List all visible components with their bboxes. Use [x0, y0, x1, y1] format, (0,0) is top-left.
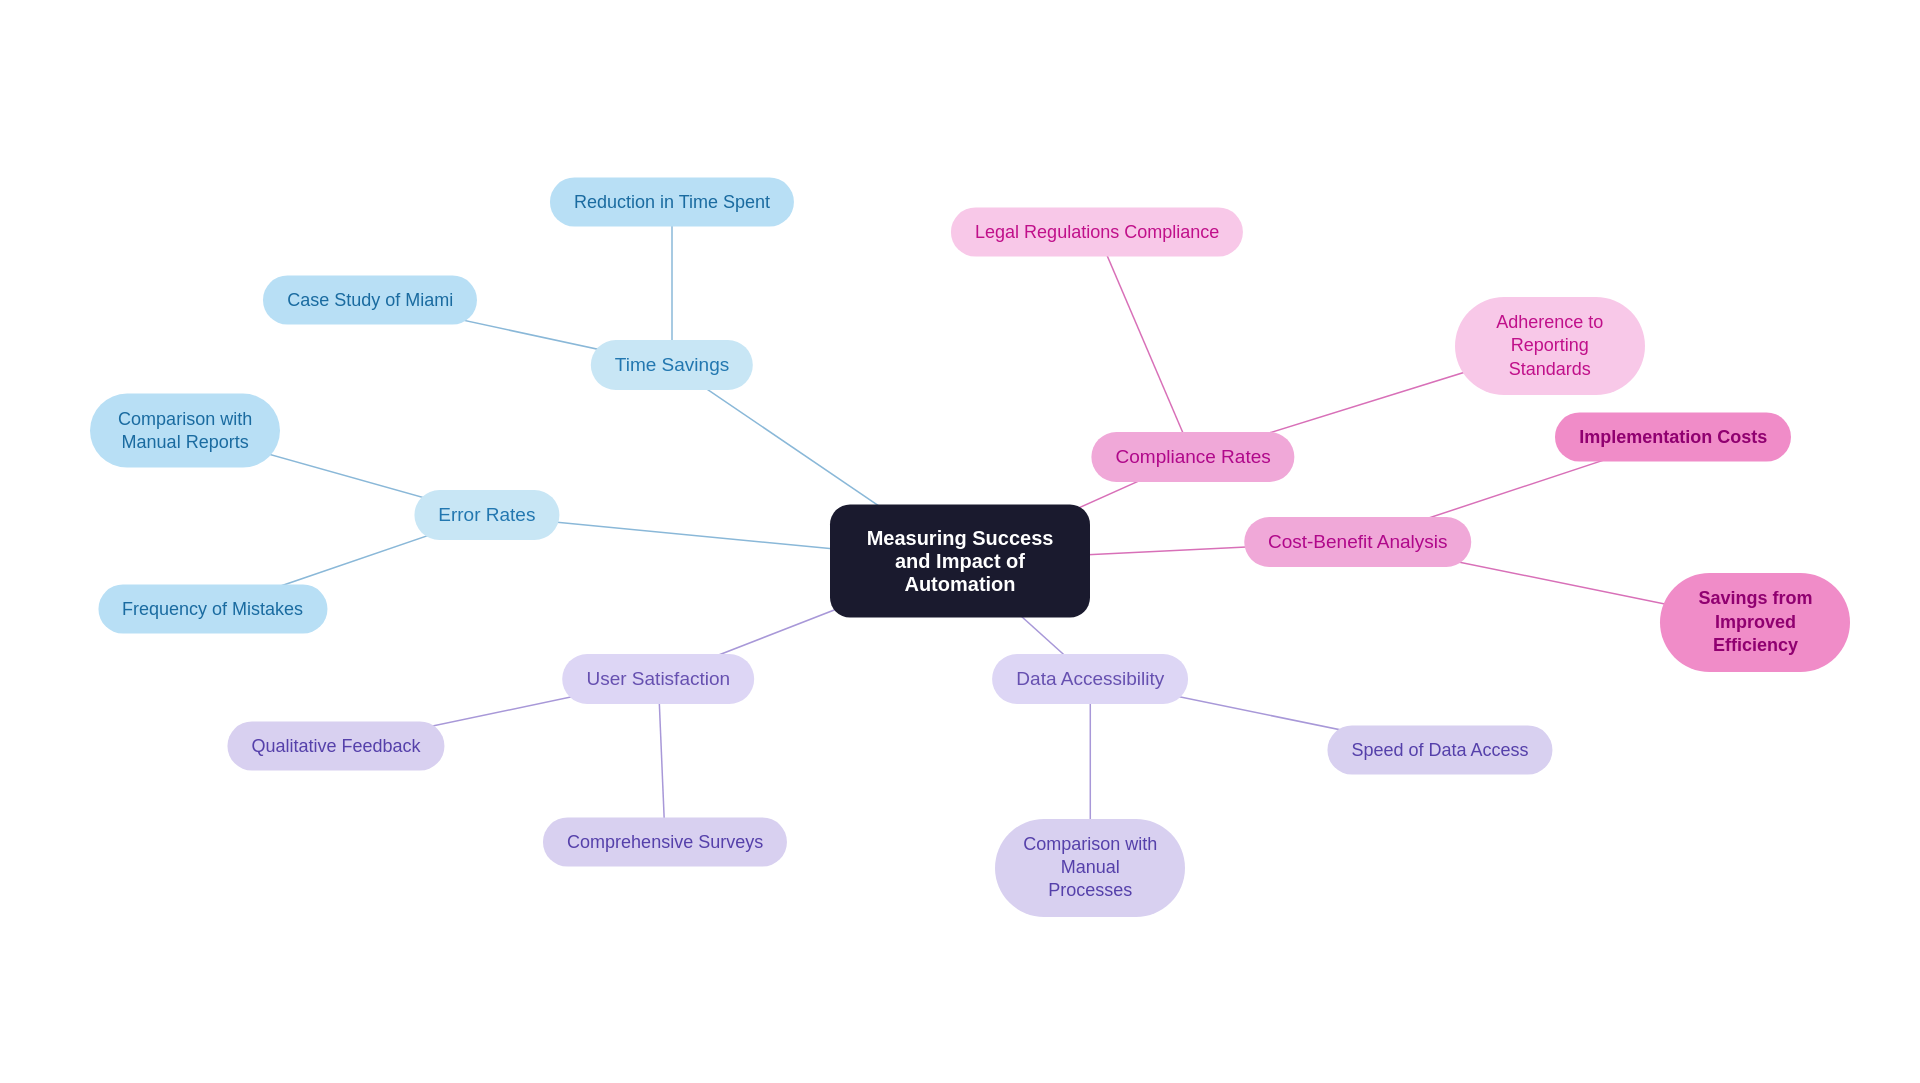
data-accessibility-node[interactable]: Data Accessibility: [992, 654, 1188, 704]
comparison-manual-reports-node[interactable]: Comparison with Manual Reports: [90, 393, 280, 468]
error-rates-node[interactable]: Error Rates: [414, 490, 559, 540]
mind-map: Measuring Success and Impact of Automati…: [0, 0, 1920, 1083]
implementation-costs-node[interactable]: Implementation Costs: [1555, 413, 1791, 462]
center-node[interactable]: Measuring Success and Impact of Automati…: [830, 505, 1090, 618]
case-study-node[interactable]: Case Study of Miami: [263, 276, 477, 325]
cost-benefit-node[interactable]: Cost-Benefit Analysis: [1244, 517, 1472, 567]
legal-regulations-node[interactable]: Legal Regulations Compliance: [951, 208, 1243, 257]
comprehensive-surveys-node[interactable]: Comprehensive Surveys: [543, 817, 787, 866]
speed-data-access-node[interactable]: Speed of Data Access: [1327, 726, 1552, 775]
time-savings-node[interactable]: Time Savings: [591, 340, 753, 390]
frequency-mistakes-node[interactable]: Frequency of Mistakes: [98, 585, 327, 634]
qualitative-feedback-node[interactable]: Qualitative Feedback: [227, 722, 444, 771]
compliance-rates-node[interactable]: Compliance Rates: [1092, 432, 1295, 482]
savings-efficiency-node[interactable]: Savings from Improved Efficiency: [1660, 573, 1850, 671]
user-satisfaction-node[interactable]: User Satisfaction: [562, 654, 754, 704]
comparison-manual-proc-node[interactable]: Comparison with Manual Processes: [995, 819, 1185, 917]
svg-line-13: [1097, 232, 1193, 456]
adherence-reporting-node[interactable]: Adherence to Reporting Standards: [1455, 297, 1645, 395]
reduction-time-node[interactable]: Reduction in Time Spent: [550, 178, 794, 227]
